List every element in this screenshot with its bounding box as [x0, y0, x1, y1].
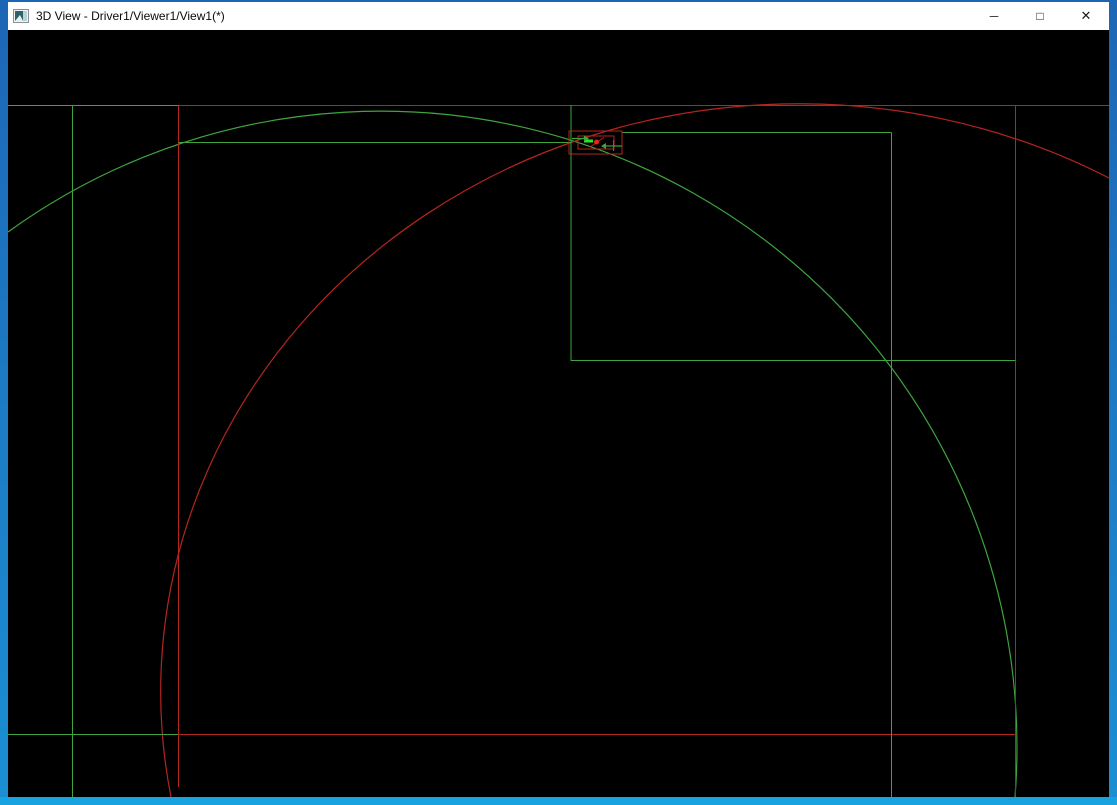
- minimize-button[interactable]: ─: [971, 2, 1017, 30]
- scene-origin-marker: [594, 139, 599, 145]
- viewport-canvas[interactable]: [8, 30, 1109, 797]
- window-title: 3D View - Driver1/Viewer1/View1(*): [36, 9, 225, 23]
- scene-arc-red: [160, 103, 1109, 797]
- viewport-container: [8, 30, 1109, 797]
- maximize-button[interactable]: □: [1017, 2, 1063, 30]
- window-border-bottom[interactable]: [0, 797, 1117, 805]
- window-border-left[interactable]: [0, 0, 8, 805]
- scene-arc-green: [8, 110, 1018, 797]
- window-border-right[interactable]: [1109, 0, 1117, 805]
- title-bar[interactable]: 3D View - Driver1/Viewer1/View1(*) ─ □ ✕: [8, 2, 1109, 30]
- close-button[interactable]: ✕: [1063, 2, 1109, 30]
- app-icon[interactable]: [13, 9, 29, 23]
- window-border-top: [0, 0, 1117, 2]
- caption-buttons: ─ □ ✕: [971, 2, 1109, 30]
- app-window: 3D View - Driver1/Viewer1/View1(*) ─ □ ✕: [0, 0, 1117, 805]
- scene-arrowhead: [601, 143, 606, 149]
